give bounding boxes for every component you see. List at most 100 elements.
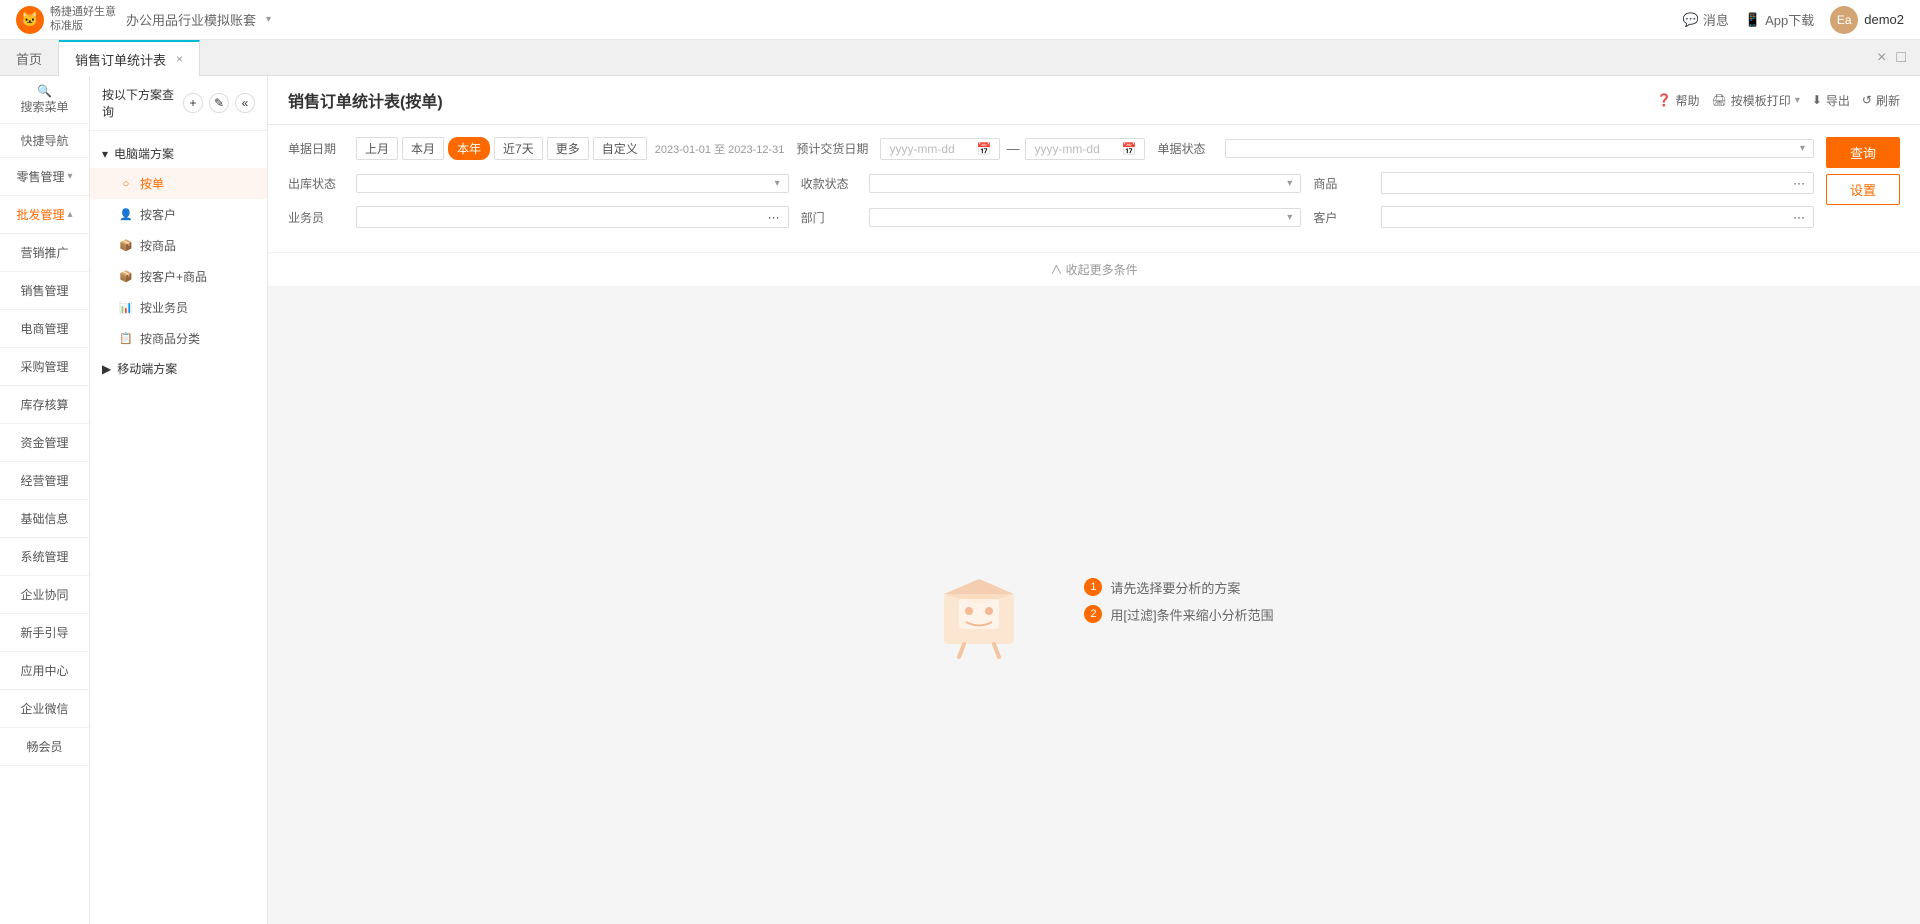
help-button[interactable]: ❓ 帮助 [1657,92,1700,109]
payment-label: 收款状态 [801,175,857,192]
edit-scheme-button[interactable]: ✎ [209,93,229,113]
expected-date-to[interactable]: yyyy-mm-dd 📅 [1025,138,1145,160]
tree-item-by-salesman[interactable]: 📊 按业务员 [90,292,267,323]
scheme-tree: ▾ 电脑端方案 ○ 按单 👤 按客户 📦 按商品 📦 按客户+商品 [90,131,267,924]
salesman-input[interactable]: ··· [356,206,789,228]
delivery-label: 出库状态 [288,175,344,192]
sidebar-item-wechat[interactable]: 企业微信 [0,690,89,728]
dept-select[interactable]: ▾ [869,208,1302,227]
help-icon: ❓ [1657,93,1672,107]
tree-mobile-expand-icon: ▶ [102,362,111,376]
customer-label: 客户 [1313,209,1369,226]
filter-row-2: 出库状态 ▾ 收款状态 ▾ 商品 ··· [288,172,1814,194]
dept-label: 部门 [801,209,857,226]
by-product-icon: 📦 [118,238,134,254]
tab-close-button[interactable]: × [176,52,183,66]
salesman-dots: ··· [768,210,780,224]
settings-button[interactable]: 设置 [1826,174,1900,205]
sidebar-search[interactable]: 🔍 搜索菜单 [0,76,89,124]
empty-tips: 1 请先选择要分析的方案 2 用[过滤]条件来缩小分析范围 [1084,578,1273,632]
tree-item-by-cust-prod[interactable]: 📦 按客户+商品 [90,261,267,292]
filter-row-1: 单据日期 上月 本月 本年 近7天 更多 自定义 2023-01-01 至 20… [288,137,1814,160]
tip-num-1: 1 [1084,578,1102,596]
logo-icon: 🐱 [16,6,44,34]
collapse-more-btn[interactable]: ∧ 收起更多条件 [268,252,1920,286]
sidebar-item-sales[interactable]: 销售管理 [0,272,89,310]
expected-date-label: 预计交货日期 [796,140,868,157]
date-quick-btns: 上月 本月 本年 近7天 更多 自定义 2023-01-01 至 2023-12… [356,137,784,160]
status-select[interactable]: ▾ [1225,139,1814,158]
tree-item-by-customer[interactable]: 👤 按客户 [90,199,267,230]
sidebar-item-appcenter[interactable]: 应用中心 [0,652,89,690]
query-button[interactable]: 查询 [1826,137,1900,168]
filter-area: 单据日期 上月 本月 本年 近7天 更多 自定义 2023-01-01 至 20… [268,125,1920,252]
dept-chevron: ▾ [1287,212,1292,223]
main-layout: 🔍 搜索菜单 快捷导航 零售管理 ▾ 批发管理 ▴ 营销推广 销售管理 电商管理… [0,76,1920,924]
tree-item-by-category[interactable]: 📋 按商品分类 [90,323,267,354]
tab-home[interactable]: 首页 [0,40,59,76]
date-btn-this-month[interactable]: 本月 [402,137,444,160]
customer-input[interactable]: ··· [1381,206,1814,228]
sidebar-item-purchase[interactable]: 采购管理 [0,348,89,386]
payment-select[interactable]: ▾ [869,174,1302,193]
by-category-icon: 📋 [118,331,134,347]
collapse-panel-button[interactable]: « [235,93,255,113]
add-scheme-button[interactable]: + [183,93,203,113]
by-salesman-icon: 📊 [118,300,134,316]
filter-main-row: 单据日期 上月 本月 本年 近7天 更多 自定义 2023-01-01 至 20… [288,137,1900,240]
app-title: 办公用品行业模拟账套 [126,10,256,29]
sidebar-item-guide[interactable]: 新手引导 [0,614,89,652]
sidebar-item-retail[interactable]: 零售管理 ▾ [0,158,89,196]
message-icon: 💬 [1683,12,1699,28]
page-title: 销售订单统计表(按单) [288,88,443,112]
delivery-select[interactable]: ▾ [356,174,789,193]
expected-date-input: yyyy-mm-dd 📅 — yyyy-mm-dd 📅 [880,138,1145,160]
date-btn-last-month[interactable]: 上月 [356,137,398,160]
sidebar-item-system[interactable]: 系统管理 [0,538,89,576]
export-button[interactable]: ⬇ 导出 [1812,92,1850,109]
message-button[interactable]: 💬 消息 [1683,10,1729,29]
tree-group-desktop-header[interactable]: ▾ 电脑端方案 [90,139,267,168]
tree-item-by-order[interactable]: ○ 按单 [90,168,267,199]
date-btn-custom[interactable]: 自定义 [593,137,647,160]
tab-maximize-button[interactable]: □ [1896,49,1906,67]
tree-group-mobile-header[interactable]: ▶ 移动端方案 [90,354,267,383]
salesman-label: 业务员 [288,209,344,226]
sidebar-item-finance[interactable]: 资金管理 [0,424,89,462]
sidebar-item-basics[interactable]: 基础信息 [0,500,89,538]
empty-illustration [914,549,1044,662]
date-btn-7days[interactable]: 近7天 [494,137,543,160]
tree-item-by-product[interactable]: 📦 按商品 [90,230,267,261]
date-btn-this-year[interactable]: 本年 [448,137,490,160]
sidebar-item-operations[interactable]: 经营管理 [0,462,89,500]
sidebar-item-wholesale[interactable]: 批发管理 ▴ [0,196,89,234]
payment-chevron: ▾ [1287,178,1292,189]
left-panel-header: 按以下方案查询 + ✎ « [90,76,267,131]
app-dropdown-arrow[interactable]: ▾ [266,14,271,25]
sidebar-item-member[interactable]: 畅会员 [0,728,89,766]
sidebar-quick-nav[interactable]: 快捷导航 [0,124,89,158]
template-print-button[interactable]: 🖨 按模板打印 ▾ [1712,92,1800,109]
by-order-icon: ○ [118,176,134,192]
brand-text: 畅捷通好生意 标准版 [50,6,116,32]
tab-active[interactable]: 销售订单统计表 × [59,40,200,76]
sidebar-item-inventory[interactable]: 库存核算 [0,386,89,424]
sidebar-item-ecommerce[interactable]: 电商管理 [0,310,89,348]
avatar: Ea [1830,6,1858,34]
left-panel-actions: + ✎ « [183,93,255,113]
refresh-button[interactable]: ↺ 刷新 [1862,92,1900,109]
app-download-button[interactable]: 📱 App下载 [1745,10,1814,29]
tab-bar: 首页 销售订单统计表 × × □ [0,40,1920,76]
expected-date-from[interactable]: yyyy-mm-dd 📅 [880,138,1000,160]
user-area[interactable]: Ea demo2 [1830,6,1904,34]
date-btn-more[interactable]: 更多 [547,137,589,160]
tab-actions: × □ [1877,40,1920,75]
user-name[interactable]: demo2 [1864,12,1904,27]
empty-tip-2: 2 用[过滤]条件来缩小分析范围 [1084,605,1273,624]
print-icon: 🖨 [1712,93,1727,107]
sidebar-item-collab[interactable]: 企业协同 [0,576,89,614]
tree-group-mobile: ▶ 移动端方案 [90,354,267,383]
tab-minimize-button[interactable]: × [1877,49,1886,67]
product-input[interactable]: ··· [1381,172,1814,194]
sidebar-item-marketing[interactable]: 营销推广 [0,234,89,272]
